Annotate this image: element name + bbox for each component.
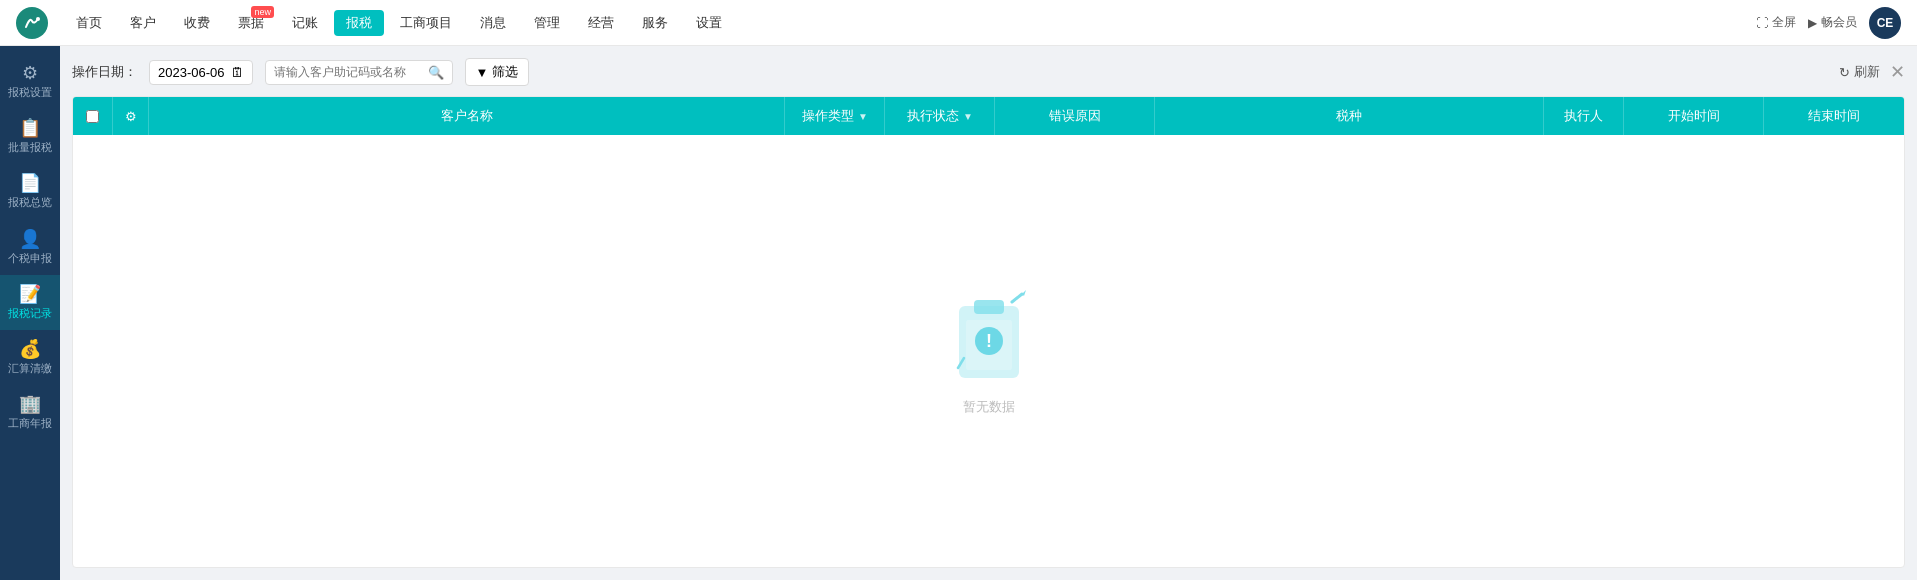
sidebar-label-batch-tax: 批量报税 (8, 141, 52, 154)
nav-item-customer[interactable]: 客户 (118, 10, 168, 36)
sidebar-icon-settlement: 💰 (19, 340, 41, 358)
refresh-label: 刷新 (1854, 63, 1880, 81)
member-btn[interactable]: ▶ 畅会员 (1808, 14, 1857, 31)
th-status: 执行状态 ▼ (885, 97, 995, 135)
date-picker[interactable]: 2023-06-06 🗓 (149, 60, 253, 85)
table: ⚙ 客户名称 操作类型 ▼ 执行状态 ▼ 错误原因 税种 (72, 96, 1905, 568)
op-type-sort-icon[interactable]: ▼ (858, 111, 868, 122)
nav-items: 首页客户收费票据new记账报税工商项目消息管理经营服务设置 (64, 10, 1756, 36)
gear-icon[interactable]: ⚙ (125, 109, 137, 124)
refresh-button[interactable]: ↻ 刷新 (1839, 63, 1880, 81)
filter-button[interactable]: ▼ 筛选 (465, 58, 530, 86)
app-logo[interactable] (16, 7, 48, 39)
th-executor: 执行人 (1544, 97, 1624, 135)
nav-item-fee[interactable]: 收费 (172, 10, 222, 36)
content: 操作日期： 2023-06-06 🗓 🔍 ▼ 筛选 ↻ 刷新 ✕ (60, 46, 1917, 580)
th-checkbox (73, 97, 113, 135)
nav-item-manage[interactable]: 管理 (522, 10, 572, 36)
th-error: 错误原因 (995, 97, 1155, 135)
th-start: 开始时间 (1624, 97, 1764, 135)
sidebar-label-annual-report: 工商年报 (8, 417, 52, 430)
nav-item-bookkeeping[interactable]: 记账 (280, 10, 330, 36)
sidebar-icon-tax-settings: ⚙ (22, 64, 38, 82)
fullscreen-btn[interactable]: ⛶ 全屏 (1756, 14, 1796, 31)
sidebar-label-tax-record: 报税记录 (8, 307, 52, 320)
th-customer: 客户名称 (149, 97, 785, 135)
th-gear: ⚙ (113, 97, 149, 135)
avatar[interactable]: CE (1869, 7, 1901, 39)
sidebar-icon-tax-record: 📝 (19, 285, 41, 303)
nav-right: ⛶ 全屏 ▶ 畅会员 CE (1756, 7, 1901, 39)
nav-item-business[interactable]: 工商项目 (388, 10, 464, 36)
date-label: 操作日期： (72, 63, 137, 81)
nav-item-settings[interactable]: 设置 (684, 10, 734, 36)
member-label: 畅会员 (1821, 14, 1857, 31)
main-layout: ⚙ 报税设置 📋 批量报税 📄 报税总览 👤 个税申报 📝 报税记录 💰 汇算清… (0, 46, 1917, 580)
empty-text: 暂无数据 (963, 398, 1015, 416)
svg-rect-3 (974, 300, 1004, 314)
date-value: 2023-06-06 (158, 65, 225, 80)
select-all-checkbox[interactable] (86, 110, 99, 123)
svg-line-7 (1012, 294, 1022, 302)
th-tax: 税种 (1155, 97, 1544, 135)
close-button[interactable]: ✕ (1890, 63, 1905, 81)
filter-bar: 操作日期： 2023-06-06 🗓 🔍 ▼ 筛选 ↻ 刷新 ✕ (72, 58, 1905, 86)
sidebar-item-settlement[interactable]: 💰 汇算清缴 (0, 330, 60, 385)
nav-item-tax[interactable]: 报税 (334, 10, 384, 36)
filter-label-btn: 筛选 (492, 63, 518, 81)
sidebar-item-personal-tax[interactable]: 👤 个税申报 (0, 220, 60, 275)
sidebar-item-tax-summary[interactable]: 📄 报税总览 (0, 164, 60, 219)
calendar-icon: 🗓 (231, 65, 244, 80)
sidebar-label-tax-settings: 报税设置 (8, 86, 52, 99)
sidebar-label-personal-tax: 个税申报 (8, 252, 52, 265)
search-input[interactable] (274, 65, 424, 79)
sidebar-icon-batch-tax: 📋 (19, 119, 41, 137)
nav-item-invoice[interactable]: 票据new (226, 10, 276, 36)
th-op-type: 操作类型 ▼ (785, 97, 885, 135)
nav-item-message[interactable]: 消息 (468, 10, 518, 36)
search-wrap: 🔍 (265, 60, 453, 85)
sidebar-item-tax-record[interactable]: 📝 报税记录 (0, 275, 60, 330)
fullscreen-label: 全屏 (1772, 14, 1796, 31)
sidebar-label-settlement: 汇算清缴 (8, 362, 52, 375)
empty-state: ! 暂无数据 (944, 286, 1034, 416)
sidebar-icon-tax-summary: 📄 (19, 174, 41, 192)
top-nav: 首页客户收费票据new记账报税工商项目消息管理经营服务设置 ⛶ 全屏 ▶ 畅会员… (0, 0, 1917, 46)
sidebar-icon-personal-tax: 👤 (19, 230, 41, 248)
svg-text:!: ! (986, 331, 992, 351)
fullscreen-icon: ⛶ (1756, 16, 1768, 30)
nav-item-service[interactable]: 服务 (630, 10, 680, 36)
empty-illustration: ! (944, 286, 1034, 386)
table-body: ! 暂无数据 (73, 135, 1904, 567)
status-sort-icon[interactable]: ▼ (963, 111, 973, 122)
sidebar-item-annual-report[interactable]: 🏢 工商年报 (0, 385, 60, 440)
filter-icon: ▼ (476, 65, 489, 80)
refresh-icon: ↻ (1839, 65, 1850, 80)
badge-new-invoice: new (251, 6, 274, 19)
sidebar-item-batch-tax[interactable]: 📋 批量报税 (0, 109, 60, 164)
search-icon: 🔍 (428, 65, 444, 80)
th-end: 结束时间 (1764, 97, 1904, 135)
filter-right: ↻ 刷新 ✕ (1839, 63, 1905, 81)
svg-point-1 (36, 17, 40, 21)
svg-point-0 (16, 7, 48, 39)
sidebar-icon-annual-report: 🏢 (19, 395, 41, 413)
member-icon: ▶ (1808, 16, 1817, 30)
sidebar-label-tax-summary: 报税总览 (8, 196, 52, 209)
sidebar-item-tax-settings[interactable]: ⚙ 报税设置 (0, 54, 60, 109)
nav-item-home[interactable]: 首页 (64, 10, 114, 36)
sidebar: ⚙ 报税设置 📋 批量报税 📄 报税总览 👤 个税申报 📝 报税记录 💰 汇算清… (0, 46, 60, 580)
table-header: ⚙ 客户名称 操作类型 ▼ 执行状态 ▼ 错误原因 税种 (73, 97, 1904, 135)
nav-item-finance[interactable]: 经营 (576, 10, 626, 36)
